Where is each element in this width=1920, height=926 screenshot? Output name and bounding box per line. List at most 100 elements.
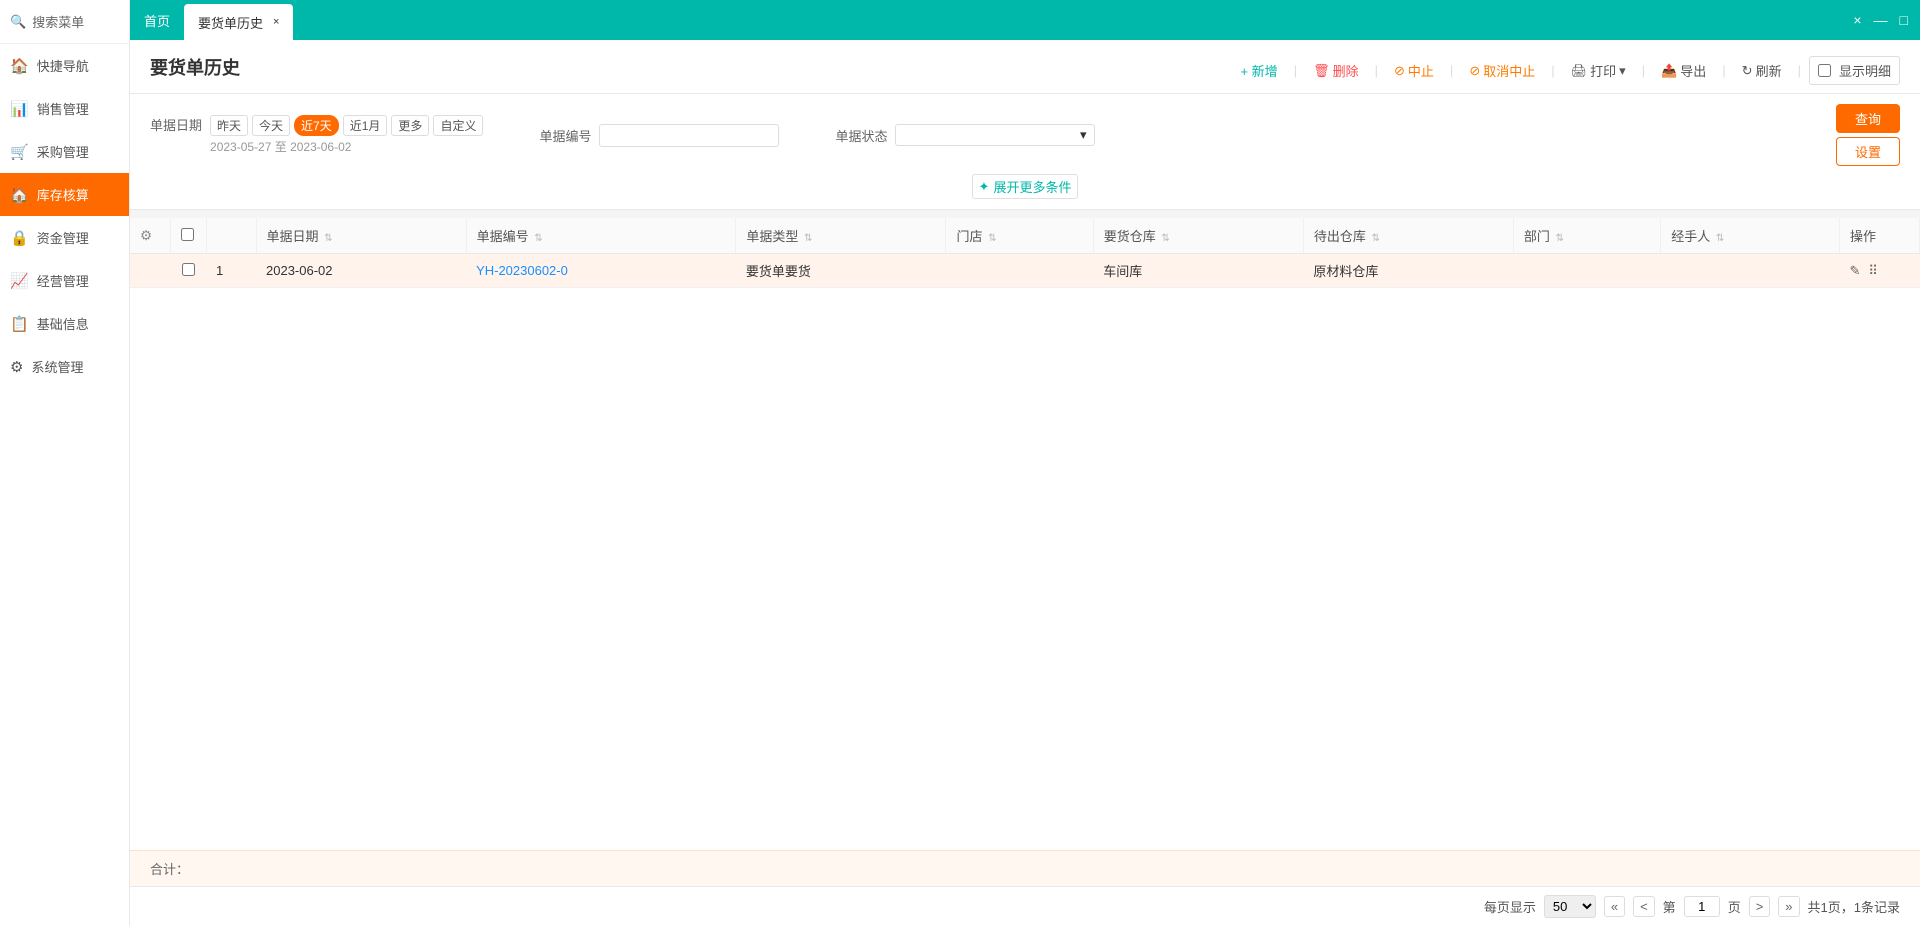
sidebar-item-label: 资金管理 [37,228,89,247]
summary-label: 合计： [150,862,189,877]
sidebar-item-label: 销售管理 [37,99,89,118]
sidebar-item-basic-info[interactable]: 📋 基础信息 [0,302,129,345]
toolbar: + 新增 | 🗑 删除 | ⊘ 中止 | ⊘ 取消中止 [1232,50,1900,93]
sidebar: 🔍 搜索菜单 🏠 快捷导航 📊 销售管理 🛒 采购管理 🏠 库存核算 🔒 资金管… [0,0,130,926]
sidebar-item-purchase-mgmt[interactable]: 🛒 采购管理 [0,130,129,173]
sort-dept-icon[interactable]: ⇅ [1556,233,1564,244]
print-button[interactable]: 🖨 打印 ▾ [1563,57,1634,84]
edit-icon[interactable]: ✎ [1850,263,1861,279]
col-settings: ⚙ [130,218,170,254]
page-header: 要货单历史 + 新增 | 🗑 删除 | ⊘ 中止 | ⊘ [130,40,1920,94]
docstatus-select[interactable]: ▾ [895,124,1095,146]
col-handler: 经手人 ⇅ [1661,218,1840,254]
row-store-cell [946,254,1093,288]
date-btn-custom[interactable]: 自定义 [433,115,483,136]
sidebar-item-operation-mgmt[interactable]: 📈 经营管理 [0,259,129,302]
page-content: 要货单历史 + 新增 | 🗑 删除 | ⊘ 中止 | ⊘ [130,40,1920,926]
pagination-bar: 每页显示 50 100 200 « < 第 页 > » 共1页，1条记录 [130,886,1920,926]
row-checkbox[interactable] [182,263,195,276]
col-num [206,218,256,254]
trend-icon: 📈 [10,272,29,290]
col-dept: 部门 ⇅ [1513,218,1660,254]
cancel-icon: ⊘ [1469,63,1480,79]
cart-icon: 🛒 [10,143,29,161]
sidebar-item-label: 基础信息 [37,314,89,333]
sidebar-item-label: 经营管理 [37,271,89,290]
sort-docno-icon[interactable]: ⇅ [534,233,542,244]
docstatus-filter-label: 单据状态 [835,126,887,145]
total-count-label: 共1页，1条记录 [1808,897,1900,916]
tab-close-icon[interactable]: × [273,16,279,28]
stop-label: 中止 [1408,61,1434,80]
row-checkbox-cell [170,254,206,288]
date-btn-7days[interactable]: 近7天 [294,115,339,136]
col-docno: 单据编号 ⇅ [466,218,736,254]
sort-date-icon[interactable]: ⇅ [324,233,332,244]
first-page-button[interactable]: « [1604,896,1625,917]
more-icon[interactable]: ⠿ [1868,263,1878,279]
row-req-warehouse-cell: 车间库 [1093,254,1303,288]
sidebar-item-inventory[interactable]: 🏠 库存核算 [0,173,129,216]
new-button[interactable]: + 新增 [1232,57,1285,84]
sidebar-search[interactable]: 🔍 搜索菜单 [0,0,129,44]
sidebar-item-quick-nav[interactable]: 🏠 快捷导航 [0,44,129,87]
page-title: 要货单历史 [150,54,240,80]
sidebar-item-system-mgmt[interactable]: ⚙ 系统管理 [0,345,129,388]
sidebar-item-label: 库存核算 [37,185,89,204]
prev-page-button[interactable]: < [1633,896,1655,917]
tab-home[interactable]: 首页 [130,0,184,40]
col-pending-warehouse: 待出仓库 ⇅ [1303,218,1513,254]
show-detail-checkbox[interactable] [1818,64,1831,77]
stop-button[interactable]: ⊘ 中止 [1386,57,1442,84]
topbar: 首页 要货单历史 × × — □ [130,0,1920,40]
date-btn-yesterday[interactable]: 昨天 [210,115,248,136]
next-page-button[interactable]: > [1749,896,1771,917]
lock-icon: 🔒 [10,229,29,247]
sort-pending-warehouse-icon[interactable]: ⇅ [1371,233,1379,244]
docno-input[interactable] [599,124,779,147]
sidebar-item-label: 快捷导航 [37,56,89,75]
row-action-cell: ✎ ⠿ [1840,254,1920,288]
page-number-input[interactable] [1684,896,1720,917]
date-btn-today[interactable]: 今天 [252,115,290,136]
date-btn-1month[interactable]: 近1月 [343,115,388,136]
refresh-button[interactable]: ↻ 刷新 [1734,57,1790,84]
settings-button[interactable]: 设置 [1836,137,1900,166]
refresh-icon: ↻ [1742,63,1753,79]
show-detail-button[interactable]: 显示明细 [1809,56,1900,85]
query-button[interactable]: 查询 [1836,104,1900,133]
export-label: 导出 [1680,61,1706,80]
tab-requisition-history[interactable]: 要货单历史 × [184,4,293,40]
sort-req-warehouse-icon[interactable]: ⇅ [1161,233,1169,244]
window-max-icon[interactable]: □ [1900,12,1908,28]
refresh-label: 刷新 [1756,61,1782,80]
filter-action-btns: 查询 设置 [1836,104,1900,166]
column-settings-button[interactable]: ⚙ [140,228,152,244]
docno-link[interactable]: YH-20230602-0 [476,263,568,278]
sort-store-icon[interactable]: ⇅ [988,233,996,244]
sort-handler-icon[interactable]: ⇅ [1716,233,1724,244]
sort-doctype-icon[interactable]: ⇅ [804,233,812,244]
export-button[interactable]: 📤 导出 [1653,57,1714,84]
select-all-checkbox[interactable] [181,228,194,241]
page-prefix-label: 第 [1663,897,1676,916]
table-row: 1 2023-06-02 YH-20230602-0 要货单要货 车间库 原材料… [130,254,1920,288]
cancel-stop-button[interactable]: ⊘ 取消中止 [1461,57,1543,84]
date-filter-label: 单据日期 [150,115,202,134]
expand-conditions-button[interactable]: ✦ 展开更多条件 [972,174,1079,199]
sidebar-item-finance-mgmt[interactable]: 🔒 资金管理 [0,216,129,259]
last-page-button[interactable]: » [1778,896,1799,917]
per-page-select[interactable]: 50 100 200 [1544,895,1596,918]
date-btn-more[interactable]: 更多 [391,115,429,136]
sidebar-item-sales-mgmt[interactable]: 📊 销售管理 [0,87,129,130]
sep5: | [1642,63,1645,78]
window-close-icon[interactable]: × [1853,12,1861,28]
delete-icon: 🗑 [1313,63,1330,79]
delete-button[interactable]: 🗑 删除 [1305,57,1367,84]
docstatus-dropdown-icon: ▾ [1080,127,1087,143]
filter-area: 单据日期 昨天 今天 近7天 近1月 更多 自定义 2023-05-27 至 2… [130,94,1920,210]
col-store: 门店 ⇅ [946,218,1093,254]
row-docno-cell[interactable]: YH-20230602-0 [466,254,736,288]
window-min-icon[interactable]: — [1874,12,1888,28]
inventory-icon: 🏠 [10,186,29,204]
